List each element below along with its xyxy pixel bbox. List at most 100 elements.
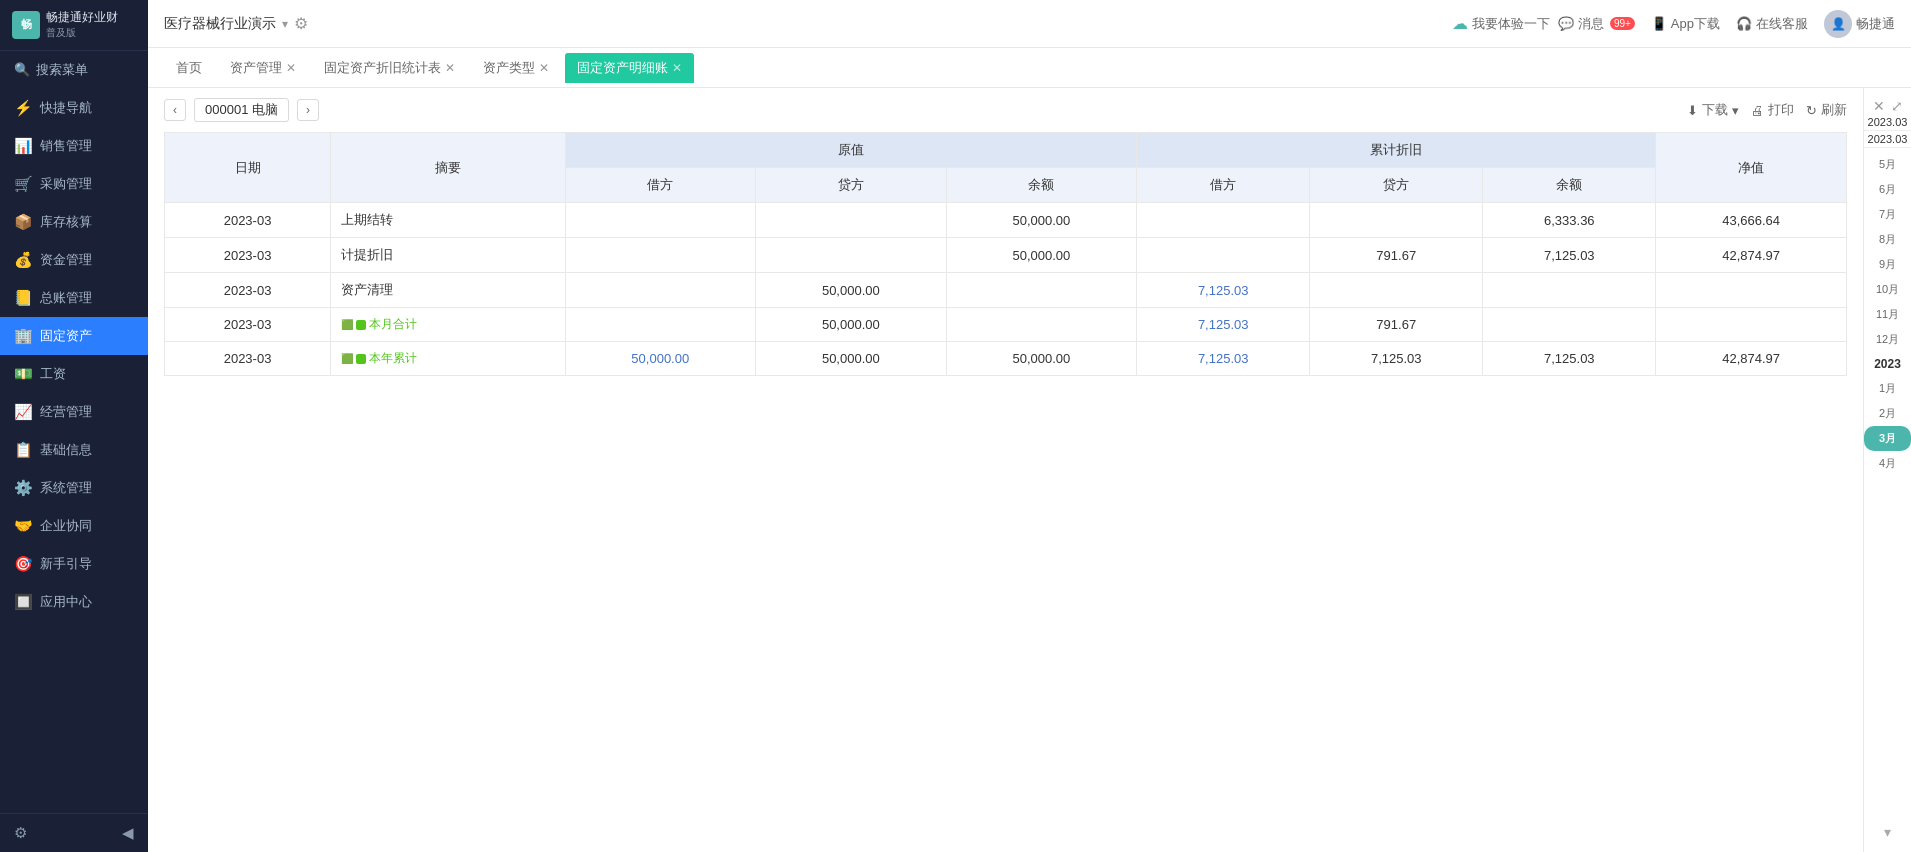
panel-year-2023: 2023: [1864, 352, 1911, 376]
sidebar-item-purchase[interactable]: 🛒 采购管理: [0, 165, 148, 203]
content-area: ‹ 000001 电脑 › ⬇ 下载 ▾ 🖨 打印 ↻ 刷新: [148, 88, 1911, 852]
next-asset-button[interactable]: ›: [297, 99, 319, 121]
panel-month-8[interactable]: 8月: [1864, 227, 1911, 252]
messages-button[interactable]: 💬 消息 99+: [1558, 15, 1635, 33]
th-net-value: 净值: [1656, 133, 1847, 203]
sidebar-item-ledger[interactable]: 📒 总账管理: [0, 279, 148, 317]
th-date: 日期: [165, 133, 331, 203]
th-original-value: 原值: [565, 133, 1137, 168]
sidebar-item-operations[interactable]: 📈 经营管理: [0, 393, 148, 431]
tab-asset-mgmt[interactable]: 资产管理 ✕: [218, 53, 308, 83]
operations-icon: 📈: [14, 403, 32, 421]
sidebar-logo: 畅 畅捷通好业财 普及版: [0, 0, 148, 51]
sidebar-item-system[interactable]: ⚙️ 系统管理: [0, 469, 148, 507]
panel-month-12[interactable]: 12月: [1864, 327, 1911, 352]
user-menu[interactable]: 👤 畅捷通: [1824, 10, 1895, 38]
sidebar-item-app-center[interactable]: 🔲 应用中心: [0, 583, 148, 621]
fixed-assets-icon: 🏢: [14, 327, 32, 345]
sidebar-item-basic-info[interactable]: 📋 基础信息: [0, 431, 148, 469]
tab-close-depreciation[interactable]: ✕: [445, 61, 455, 75]
refresh-icon: ↻: [1806, 103, 1817, 118]
system-icon: ⚙️: [14, 479, 32, 497]
panel-month-3-current[interactable]: 3月: [1864, 426, 1911, 451]
tab-close-asset-type[interactable]: ✕: [539, 61, 549, 75]
customer-service-button[interactable]: 🎧 在线客服: [1736, 15, 1808, 33]
panel-date-top2: 2023.03: [1864, 131, 1911, 148]
table-row: 2023-03 计提折旧 50,000.00 791.67 7,125.03 4…: [165, 238, 1847, 273]
app-download-button[interactable]: 📱 App下载: [1651, 15, 1720, 33]
collapse-icon[interactable]: ◀: [122, 824, 134, 842]
logo-icon: 畅: [12, 11, 40, 39]
table-row: 2023-03 上期结转 50,000.00 6,333.36 43,666.6…: [165, 203, 1847, 238]
prev-asset-button[interactable]: ‹: [164, 99, 186, 121]
salary-icon: 💵: [14, 365, 32, 383]
sidebar-item-funds[interactable]: 💰 资金管理: [0, 241, 148, 279]
th-ov-balance: 余额: [946, 168, 1137, 203]
content-main: ‹ 000001 电脑 › ⬇ 下载 ▾ 🖨 打印 ↻ 刷新: [148, 88, 1863, 852]
th-summary: 摘要: [331, 133, 565, 203]
settings-bottom-icon[interactable]: ⚙: [14, 824, 27, 842]
enterprise-icon: 🤝: [14, 517, 32, 535]
panel-month-9[interactable]: 9月: [1864, 252, 1911, 277]
download-icon: ⬇: [1687, 103, 1698, 118]
quick-nav-icon: ⚡: [14, 99, 32, 117]
panel-month-2[interactable]: 2月: [1864, 401, 1911, 426]
tab-bar: 首页 资产管理 ✕ 固定资产折旧统计表 ✕ 资产类型 ✕ 固定资产明细账 ✕: [148, 48, 1911, 88]
sidebar-item-quick-nav[interactable]: ⚡ 快捷导航: [0, 89, 148, 127]
sidebar-item-sales[interactable]: 📊 销售管理: [0, 127, 148, 165]
panel-month-1[interactable]: 1月: [1864, 376, 1911, 401]
panel-scroll-down[interactable]: ▾: [1880, 820, 1895, 844]
table-row: 2023-03 本月合计 50,000.00 7,125.03 791.67: [165, 308, 1847, 342]
panel-month-6[interactable]: 6月: [1864, 177, 1911, 202]
th-ad-balance: 余额: [1483, 168, 1656, 203]
sidebar-item-guide[interactable]: 🎯 新手引导: [0, 545, 148, 583]
tab-depreciation-stats[interactable]: 固定资产折旧统计表 ✕: [312, 53, 467, 83]
avatar: 👤: [1824, 10, 1852, 38]
panel-month-11[interactable]: 11月: [1864, 302, 1911, 327]
tab-close-asset-mgmt[interactable]: ✕: [286, 61, 296, 75]
sidebar: 畅 畅捷通好业财 普及版 🔍 搜索菜单 ⚡ 快捷导航 📊 销售管理 🛒 采购管理…: [0, 0, 148, 852]
funds-icon: 💰: [14, 251, 32, 269]
th-ov-debit: 借方: [565, 168, 756, 203]
tab-home[interactable]: 首页: [164, 53, 214, 83]
print-button[interactable]: 🖨 打印: [1751, 101, 1794, 119]
panel-close-icon[interactable]: ✕: [1873, 98, 1889, 114]
download-chevron: ▾: [1732, 103, 1739, 118]
experience-icon: ☁: [1452, 14, 1468, 33]
search-menu[interactable]: 🔍 搜索菜单: [0, 51, 148, 89]
inventory-icon: 📦: [14, 213, 32, 231]
main-area: 医疗器械行业演示 ▾ ⚙ ☁ 我要体验一下 💬 消息 99+ 📱 App下载 🎧…: [148, 0, 1911, 852]
basic-info-icon: 📋: [14, 441, 32, 459]
tab-close-asset-detail[interactable]: ✕: [672, 61, 682, 75]
download-button[interactable]: ⬇ 下载 ▾: [1687, 101, 1739, 119]
toolbar-right: ⬇ 下载 ▾ 🖨 打印 ↻ 刷新: [1687, 101, 1847, 119]
panel-scroll[interactable]: 5月 6月 7月 8月 9月 10月 11月 12月 2023 1月 2月 3月…: [1864, 148, 1911, 820]
table-row: 2023-03 资产清理 50,000.00 7,125.03: [165, 273, 1847, 308]
sidebar-item-inventory[interactable]: 📦 库存核算: [0, 203, 148, 241]
tab-asset-type[interactable]: 资产类型 ✕: [471, 53, 561, 83]
th-ad-debit: 借方: [1137, 168, 1310, 203]
panel-expand-icon[interactable]: ⤢: [1891, 98, 1907, 114]
panel-month-7[interactable]: 7月: [1864, 202, 1911, 227]
panel-month-10[interactable]: 10月: [1864, 277, 1911, 302]
settings-icon[interactable]: ⚙: [294, 14, 308, 33]
sidebar-item-fixed-assets[interactable]: 🏢 固定资产: [0, 317, 148, 355]
table-container: 日期 摘要 原值 累计折旧 净值 借方 贷方 余额 借方 贷方 余额: [148, 132, 1863, 376]
refresh-button[interactable]: ↻ 刷新: [1806, 101, 1847, 119]
topbar-right: 💬 消息 99+ 📱 App下载 🎧 在线客服 👤 畅捷通: [1558, 10, 1895, 38]
experience-button[interactable]: ☁ 我要体验一下: [1452, 14, 1550, 33]
panel-month-4[interactable]: 4月: [1864, 451, 1911, 476]
sidebar-item-salary[interactable]: 💵 工资: [0, 355, 148, 393]
logo-text: 畅捷通好业财 普及版: [46, 10, 118, 40]
asset-detail-table: 日期 摘要 原值 累计折旧 净值 借方 贷方 余额 借方 贷方 余额: [164, 132, 1847, 376]
sidebar-nav: 📊 销售管理 🛒 采购管理 📦 库存核算 💰 资金管理 📒 总账管理 🏢 固定资…: [0, 127, 148, 813]
company-chevron[interactable]: ▾: [282, 17, 288, 31]
service-icon: 🎧: [1736, 16, 1752, 31]
ledger-icon: 📒: [14, 289, 32, 307]
tab-asset-detail[interactable]: 固定资产明细账 ✕: [565, 53, 694, 83]
sidebar-item-enterprise[interactable]: 🤝 企业协同: [0, 507, 148, 545]
th-ad-credit: 贷方: [1310, 168, 1483, 203]
panel-month-5[interactable]: 5月: [1864, 152, 1911, 177]
content-toolbar: ‹ 000001 电脑 › ⬇ 下载 ▾ 🖨 打印 ↻ 刷新: [148, 88, 1863, 132]
app-center-icon: 🔲: [14, 593, 32, 611]
